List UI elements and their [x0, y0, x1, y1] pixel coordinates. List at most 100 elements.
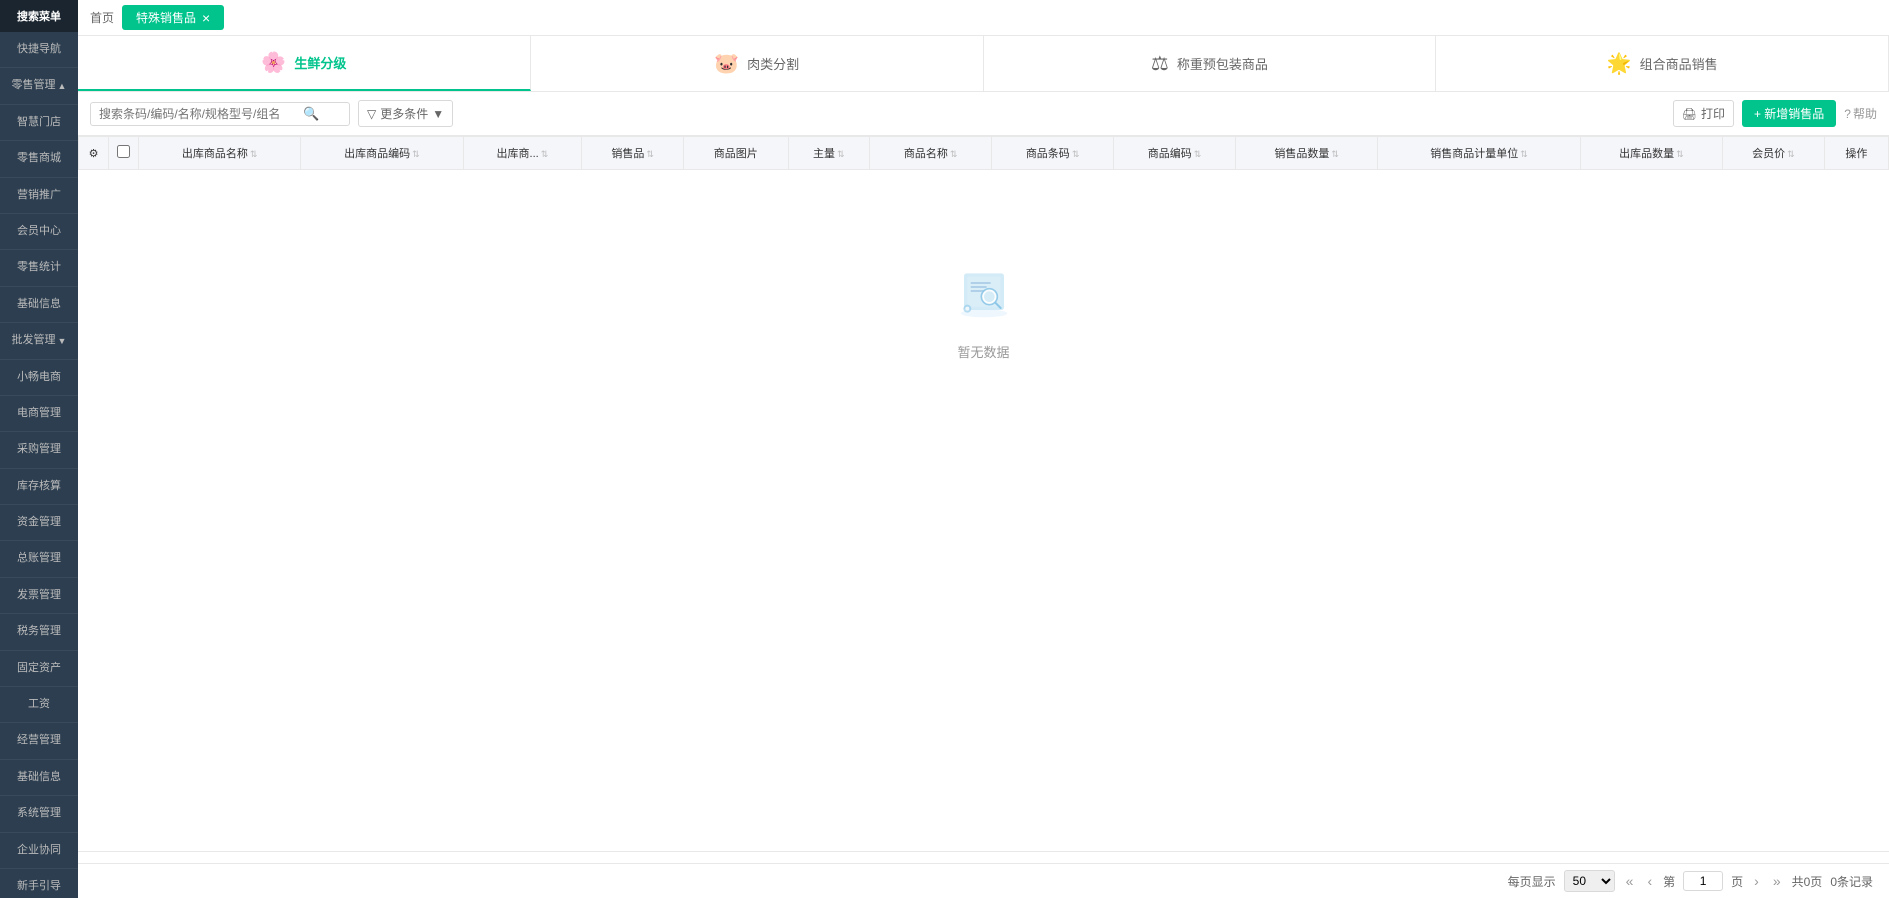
sidebar-item-purchase-mgmt[interactable]: 采购管理 [0, 432, 78, 468]
sidebar-item-system-mgmt[interactable]: 系统管理 [0, 796, 78, 832]
filter-button[interactable]: ▽ 更多条件 ▼ [358, 100, 453, 127]
data-table: ⚙ 出库商品名称⇅ 出库商品编码⇅ 出库商...⇅ 销售品⇅ 商品图片 主量⇅ … [78, 136, 1889, 441]
type-tabs: 🌸 生鲜分级 🐷 肉类分割 ⚖ 称重预包装商品 🌟 组合商品销售 [78, 36, 1889, 92]
sidebar-item-tax-mgmt[interactable]: 税务管理 [0, 614, 78, 650]
help-icon: ? [1844, 107, 1851, 121]
help-button[interactable]: ? 帮助 [1844, 105, 1877, 122]
sidebar-item-member-center[interactable]: 会员中心 [0, 214, 78, 250]
filter-label: 更多条件 [380, 105, 428, 122]
sidebar-item-ecom-mgmt[interactable]: 电商管理 [0, 396, 78, 432]
sidebar-item-basic-info-1[interactable]: 基础信息 [0, 287, 78, 323]
sidebar-item-enterprise-collab[interactable]: 企业协同 [0, 833, 78, 869]
table-col-settings[interactable]: ⚙ [79, 137, 109, 170]
table-col-product-code[interactable]: 商品编码⇅ [1114, 137, 1236, 170]
sidebar-item-marketing[interactable]: 营销推广 [0, 178, 78, 214]
sidebar-item-basic-info-2[interactable]: 基础信息 [0, 760, 78, 796]
sidebar-item-invoice-mgmt[interactable]: 发票管理 [0, 578, 78, 614]
toolbar-left: 🔍 ▽ 更多条件 ▼ [90, 100, 453, 127]
table-col-out-product-x[interactable]: 出库商...⇅ [463, 137, 582, 170]
sort-icon-3: ⇅ [541, 149, 549, 159]
toolbar: 🔍 ▽ 更多条件 ▼ 🖨 打印 + 新增销售品 ? 帮助 [78, 92, 1889, 136]
data-table-container: ⚙ 出库商品名称⇅ 出库商品编码⇅ 出库商...⇅ 销售品⇅ 商品图片 主量⇅ … [78, 136, 1889, 851]
sort-icon-7: ⇅ [1072, 149, 1080, 159]
print-button[interactable]: 🖨 打印 [1673, 100, 1734, 127]
sort-icon: ⇅ [250, 149, 258, 159]
toolbar-right: 🖨 打印 + 新增销售品 ? 帮助 [1673, 100, 1877, 127]
select-all-checkbox[interactable] [117, 145, 130, 158]
tab-weight-prepack[interactable]: ⚖ 称重预包装商品 [984, 36, 1437, 91]
sidebar: 搜索菜单 快捷导航 零售管理 ▲ 智慧门店 零售商城 营销推广 会员中心 零售统… [0, 0, 78, 898]
table-col-out-qty[interactable]: 出库品数量⇅ [1580, 137, 1722, 170]
sidebar-item-retail-mall[interactable]: 零售商城 [0, 141, 78, 177]
tab-combo-sale[interactable]: 🌟 组合商品销售 [1436, 36, 1889, 91]
search-box[interactable]: 🔍 [90, 102, 350, 126]
sort-icon-5: ⇅ [837, 149, 845, 159]
sidebar-item-retail-mgmt[interactable]: 零售管理 ▲ [0, 68, 78, 104]
sidebar-item-finance-mgmt[interactable]: 资金管理 [0, 505, 78, 541]
weight-prepack-icon: ⚖ [1151, 51, 1169, 76]
empty-state: 暂无数据 [79, 170, 1889, 441]
table-col-checkbox[interactable] [109, 137, 139, 170]
sidebar-item-smart-store[interactable]: 智慧门店 [0, 105, 78, 141]
table-col-product-name[interactable]: 商品名称⇅ [870, 137, 992, 170]
sidebar-item-guide[interactable]: 新手引导 [0, 869, 78, 898]
search-icon[interactable]: 🔍 [303, 106, 319, 122]
first-page-btn[interactable]: « [1623, 873, 1637, 889]
sidebar-item-retail-stats[interactable]: 零售统计 [0, 250, 78, 286]
tab-weight-prepack-label: 称重预包装商品 [1177, 54, 1268, 73]
page-suffix: 页 [1731, 873, 1743, 890]
sidebar-item-quick-nav[interactable]: 快捷导航 [0, 32, 78, 68]
empty-state-illustration [944, 250, 1024, 330]
topbar-tab-close[interactable]: × [202, 11, 210, 25]
sort-icon-9: ⇅ [1331, 149, 1339, 159]
sidebar-item-inventory[interactable]: 库存核算 [0, 469, 78, 505]
topbar-home-link[interactable]: 首页 [90, 9, 114, 26]
filter-arrow-icon: ▼ [432, 107, 444, 121]
table-col-main-qty[interactable]: 主量⇅ [788, 137, 870, 170]
sort-icon-10: ⇅ [1520, 149, 1528, 159]
per-page-label: 每页显示 [1508, 873, 1556, 890]
table-col-sale-unit[interactable]: 销售商品计量单位⇅ [1378, 137, 1581, 170]
search-input[interactable] [99, 107, 299, 121]
table-body: 暂无数据 [79, 170, 1889, 442]
total-pages-label: 共0页 [1792, 873, 1823, 890]
table-col-product-image: 商品图片 [684, 137, 788, 170]
sidebar-logo[interactable]: 搜索菜单 [0, 0, 78, 32]
sort-icon-6: ⇅ [950, 149, 958, 159]
topbar-active-tab[interactable]: 特殊销售品 × [122, 5, 224, 30]
per-page-select[interactable]: 50 10 20 100 [1564, 870, 1615, 892]
table-col-sale-product[interactable]: 销售品⇅ [582, 137, 684, 170]
sidebar-item-fixed-assets[interactable]: 固定资产 [0, 651, 78, 687]
horizontal-scrollbar[interactable] [78, 851, 1889, 863]
fresh-grade-icon: 🌸 [261, 50, 286, 75]
print-label: 打印 [1701, 105, 1725, 122]
table-col-sale-qty[interactable]: 销售品数量⇅ [1236, 137, 1378, 170]
sort-icon-11: ⇅ [1676, 149, 1684, 159]
tab-fresh-grade[interactable]: 🌸 生鲜分级 [78, 36, 531, 91]
last-page-btn[interactable]: » [1770, 873, 1784, 889]
tab-fresh-grade-label: 生鲜分级 [294, 53, 346, 72]
table-col-operation: 操作 [1824, 137, 1888, 170]
table-col-out-product-name[interactable]: 出库商品名称⇅ [139, 137, 301, 170]
sidebar-item-wholesale-mgmt[interactable]: 批发管理 ▼ [0, 323, 78, 359]
total-count-label: 0条记录 [1830, 873, 1873, 890]
table-col-member-price[interactable]: 会员价⇅ [1722, 137, 1824, 170]
sidebar-item-small-ecom[interactable]: 小畅电商 [0, 360, 78, 396]
table-col-product-barcode[interactable]: 商品条码⇅ [992, 137, 1114, 170]
page-label: 第 [1663, 873, 1675, 890]
prev-page-btn[interactable]: ‹ [1644, 873, 1655, 889]
sidebar-item-salary[interactable]: 工资 [0, 687, 78, 723]
filter-icon: ▽ [367, 107, 376, 121]
sidebar-item-business-mgmt[interactable]: 经营管理 [0, 723, 78, 759]
add-sale-product-button[interactable]: + 新增销售品 [1742, 100, 1836, 127]
tab-meat-cut[interactable]: 🐷 肉类分割 [531, 36, 984, 91]
chevron-icon-2: ▼ [58, 335, 67, 348]
pagination: 每页显示 50 10 20 100 « ‹ 第 页 › » 共0页 0条记录 [78, 863, 1889, 898]
next-page-btn[interactable]: › [1751, 873, 1762, 889]
sidebar-item-general-ledger[interactable]: 总账管理 [0, 541, 78, 577]
chevron-icon: ▲ [58, 80, 67, 93]
table-col-out-product-code[interactable]: 出库商品编码⇅ [301, 137, 463, 170]
page-input[interactable] [1683, 871, 1723, 891]
topbar-tab-label: 特殊销售品 [136, 9, 196, 26]
combo-sale-icon: 🌟 [1607, 51, 1632, 76]
